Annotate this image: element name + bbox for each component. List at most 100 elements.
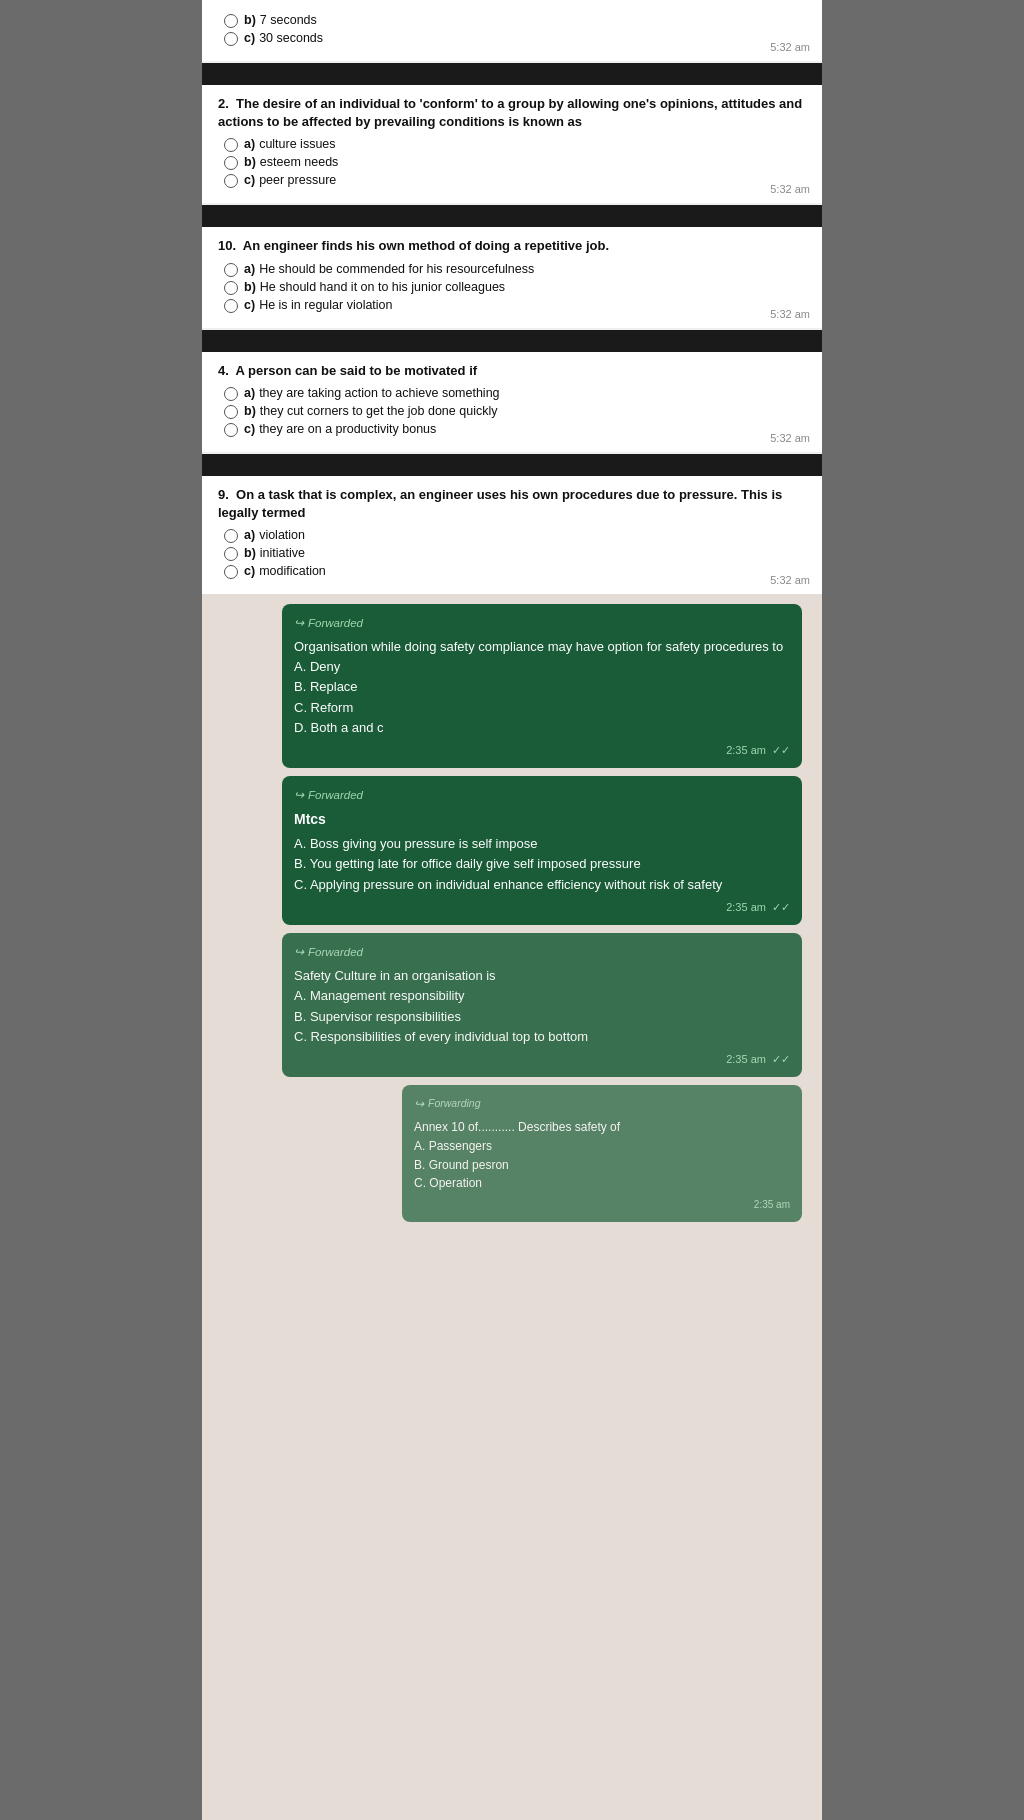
option-text: culture issues <box>259 137 335 151</box>
separator-bar <box>202 63 822 85</box>
bubble-time-3: 2:35 am ✓✓ <box>294 1051 790 1068</box>
double-check-icon: ✓✓ <box>772 1051 790 1068</box>
option-label: c) <box>244 564 255 578</box>
timestamp: 5:32 am <box>770 183 810 195</box>
option-text: 30 seconds <box>259 31 323 45</box>
quiz-section: b) 7 seconds c) 30 seconds 5:32 am 2. Th… <box>202 0 822 594</box>
option-label: c) <box>244 173 255 187</box>
radio-c[interactable] <box>224 423 238 437</box>
option-text: they are on a productivity bonus <box>259 422 436 436</box>
quiz-card-top: b) 7 seconds c) 30 seconds 5:32 am <box>202 0 822 61</box>
option-label: a) <box>244 137 255 151</box>
option-label: a) <box>244 528 255 542</box>
option-row: b) esteem needs <box>224 155 806 170</box>
quiz-card-q2: 2. The desire of an individual to 'confo… <box>202 85 822 203</box>
option-row: b) they cut corners to get the job done … <box>224 404 806 419</box>
quiz-card-q9: 9. On a task that is complex, an enginee… <box>202 476 822 594</box>
option-row: c) modification <box>224 564 806 579</box>
option-label: a) <box>244 262 255 276</box>
radio-c[interactable] <box>224 32 238 46</box>
option-text: modification <box>259 564 326 578</box>
radio-c[interactable] <box>224 299 238 313</box>
chat-bubble-4: ↪ Forwarding Annex 10 of........... Desc… <box>402 1085 802 1221</box>
option-row: c) 30 seconds <box>224 31 806 46</box>
option-label: c) <box>244 422 255 436</box>
forwarded-label: ↪ Forwarding <box>414 1095 790 1113</box>
option-row: c) they are on a productivity bonus <box>224 422 806 437</box>
double-check-icon: ✓✓ <box>772 742 790 759</box>
option-row: a) they are taking action to achieve som… <box>224 386 806 401</box>
option-text: violation <box>259 528 305 542</box>
forwarded-label: ↪ Forwarded <box>294 786 790 804</box>
forwarded-text: Forwarded <box>308 615 363 632</box>
radio-b[interactable] <box>224 547 238 561</box>
timestamp: 5:32 am <box>770 308 810 320</box>
option-label: b) <box>244 13 256 27</box>
timestamp: 5:32 am <box>770 574 810 586</box>
option-text: initiative <box>260 546 305 560</box>
option-text: He should be commended for his resourcef… <box>259 262 534 276</box>
bubble-text-2: A. Boss giving you pressure is self impo… <box>294 834 790 894</box>
option-text: He should hand it on to his junior colle… <box>260 280 505 294</box>
radio-a[interactable] <box>224 263 238 277</box>
forwarded-text: Forwarded <box>308 787 363 804</box>
separator-bar <box>202 330 822 352</box>
option-text: they are taking action to achieve someth… <box>259 386 499 400</box>
radio-a[interactable] <box>224 387 238 401</box>
separator-bar <box>202 205 822 227</box>
chat-bubble-3: ↪ Forwarded Safety Culture in an organis… <box>282 933 802 1077</box>
chat-bubble-1: ↪ Forwarded Organisation while doing saf… <box>282 604 802 768</box>
chat-bubble-2: ↪ Forwarded Mtcs A. Boss giving you pres… <box>282 776 802 925</box>
radio-b[interactable] <box>224 14 238 28</box>
option-row: b) 7 seconds <box>224 13 806 28</box>
option-label: b) <box>244 155 256 169</box>
forwarded-text: Forwarding <box>428 1096 481 1112</box>
question-text-q9: 9. On a task that is complex, an enginee… <box>218 486 806 522</box>
radio-a[interactable] <box>224 529 238 543</box>
bubble-time-2: 2:35 am ✓✓ <box>294 899 790 916</box>
option-row: a) culture issues <box>224 137 806 152</box>
radio-b[interactable] <box>224 281 238 295</box>
option-label: c) <box>244 31 255 45</box>
option-row: a) violation <box>224 528 806 543</box>
option-row: c) peer pressure <box>224 173 806 188</box>
question-text-q10: 10. An engineer finds his own method of … <box>218 237 806 255</box>
option-label: b) <box>244 280 256 294</box>
option-text: 7 seconds <box>260 13 317 27</box>
option-text: peer pressure <box>259 173 336 187</box>
radio-c[interactable] <box>224 174 238 188</box>
radio-b[interactable] <box>224 156 238 170</box>
option-text: He is in regular violation <box>259 298 392 312</box>
option-text: they cut corners to get the job done qui… <box>260 404 498 418</box>
option-row: a) He should be commended for his resour… <box>224 262 806 277</box>
bottom-bar <box>202 1238 822 1268</box>
forwarded-label: ↪ Forwarded <box>294 943 790 961</box>
forwarded-label: ↪ Forwarded <box>294 614 790 632</box>
radio-b[interactable] <box>224 405 238 419</box>
separator-bar <box>202 454 822 476</box>
option-text: esteem needs <box>260 155 339 169</box>
question-number: 9. <box>218 487 229 502</box>
radio-c[interactable] <box>224 565 238 579</box>
option-label: a) <box>244 386 255 400</box>
option-label: b) <box>244 404 256 418</box>
forward-arrow-icon: ↪ <box>294 614 304 632</box>
forward-arrow-icon: ↪ <box>294 943 304 961</box>
timestamp: 5:32 am <box>770 41 810 53</box>
option-row: b) initiative <box>224 546 806 561</box>
bubble-time-4: 2:35 am <box>414 1197 790 1212</box>
bubble-text-3: Safety Culture in an organisation is A. … <box>294 966 790 1047</box>
bubble-time-1: 2:35 am ✓✓ <box>294 742 790 759</box>
question-number: 2. <box>218 96 229 111</box>
quiz-card-q4: 4. A person can be said to be motivated … <box>202 352 822 452</box>
bubble-text-4: Annex 10 of........... Describes safety … <box>414 1118 790 1192</box>
quiz-card-q10: 10. An engineer finds his own method of … <box>202 227 822 327</box>
bubble-title-2: Mtcs <box>294 809 790 830</box>
option-row: c) He is in regular violation <box>224 298 806 313</box>
radio-a[interactable] <box>224 138 238 152</box>
question-number: 10. <box>218 238 236 253</box>
question-text-q4: 4. A person can be said to be motivated … <box>218 362 806 380</box>
option-row: b) He should hand it on to his junior co… <box>224 280 806 295</box>
option-label: b) <box>244 546 256 560</box>
bubble-text-1: Organisation while doing safety complian… <box>294 637 790 738</box>
